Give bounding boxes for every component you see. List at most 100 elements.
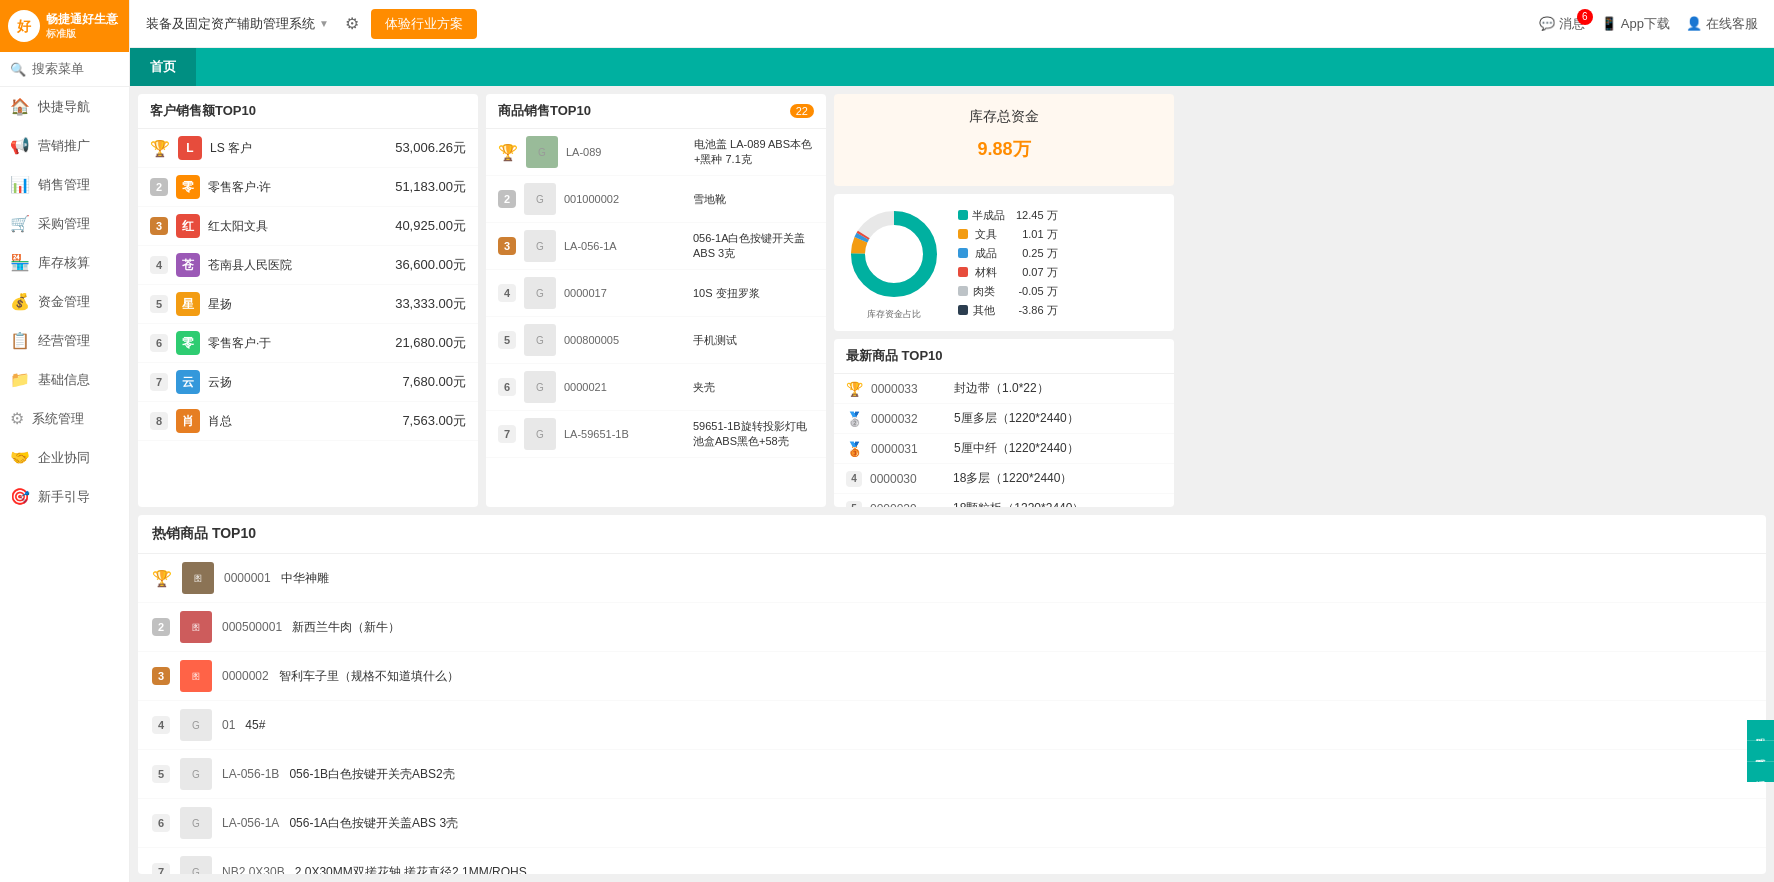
- list-item: 4 0000030 18多层（1220*2440）: [834, 464, 1174, 494]
- sidebar-item-kuaijiedaohang[interactable]: 🏠 快捷导航: [0, 87, 129, 126]
- sidebar-item-kucunhesuan[interactable]: 🏪 库存核算: [0, 243, 129, 282]
- sidebar-item-yingxiaotugua[interactable]: 📢 营销推广: [0, 126, 129, 165]
- rank-amount: 53,006.26元: [395, 139, 466, 157]
- system-icon: ⚙: [10, 409, 24, 428]
- rank-num: 4: [846, 471, 862, 487]
- rank-amount: 21,680.00元: [395, 334, 466, 352]
- sidebar-item-label: 资金管理: [38, 293, 90, 311]
- sidebar-item-zijinguanli[interactable]: 💰 资金管理: [0, 282, 129, 321]
- product-thumb: G: [180, 758, 212, 790]
- search-menu[interactable]: 🔍 搜索菜单: [0, 52, 129, 87]
- product-sales-title: 商品销售TOP10: [498, 102, 591, 120]
- service-label: 在线客服: [1706, 15, 1758, 33]
- list-item: 5 G LA-056-1B 056-1B白色按键开关壳ABS2壳: [138, 750, 1766, 799]
- customer-rank-header: 客户销售额TOP10: [138, 94, 478, 129]
- rank-amount: 36,600.00元: [395, 256, 466, 274]
- np-name: 封边带（1.0*22）: [954, 380, 1162, 397]
- online-service-action[interactable]: 👤 在线客服: [1686, 15, 1758, 33]
- sidebar-item-xinshouyindao[interactable]: 🎯 新手引导: [0, 477, 129, 516]
- legend-name: 材料: [975, 265, 1015, 280]
- table-row: 5 星 星扬 33,333.00元: [138, 285, 478, 324]
- table-row: 🏆 G LA-089 电池盖 LA-089 ABS本色+黑种 7.1克: [486, 129, 826, 176]
- sidebar-item-xitongguanli[interactable]: ⚙ 系统管理: [0, 399, 129, 438]
- sidebar-item-jichuxinxi[interactable]: 📁 基础信息: [0, 360, 129, 399]
- collab-icon: 🤝: [10, 448, 30, 467]
- sidebar-item-label: 采购管理: [38, 215, 90, 233]
- sidebar-item-label: 库存核算: [38, 254, 90, 272]
- rank-badge: L: [178, 136, 202, 160]
- search-label: 搜索菜单: [32, 60, 84, 78]
- legend-value: 12.45 万: [1016, 208, 1058, 223]
- finance-icon: 💰: [10, 292, 30, 311]
- table-row: 2 G 001000002 雪地靴: [486, 176, 826, 223]
- settings-icon[interactable]: ⚙: [345, 14, 359, 33]
- message-action[interactable]: 💬 消息 6: [1539, 15, 1585, 33]
- rank-num: 7: [498, 425, 516, 443]
- table-row: 2 零 零售客户·许 51,183.00元: [138, 168, 478, 207]
- product-sales-column: 商品销售TOP10 22 🏆 G LA-089 电池盖 LA-089 ABS本色…: [486, 94, 826, 507]
- trial-button[interactable]: 体验行业方案: [371, 9, 477, 39]
- product-name: 45#: [245, 718, 1752, 732]
- np-code: 0000030: [870, 472, 945, 486]
- list-item: 3 图 0000002 智利车子里（规格不知道填什么）: [138, 652, 1766, 701]
- table-row: 3 红 红太阳文具 40,925.00元: [138, 207, 478, 246]
- legend-name: 其他: [973, 303, 1013, 318]
- tab-home[interactable]: 首页: [130, 48, 196, 86]
- product-name: 手机测试: [693, 333, 814, 348]
- sidebar-item-label: 销售管理: [38, 176, 90, 194]
- rank-badge: 星: [176, 292, 200, 316]
- rank-badge: 红: [176, 214, 200, 238]
- product-name: 59651-1B旋转投影灯电池盒ABS黑色+58壳: [693, 419, 814, 449]
- np-code: 0000031: [871, 442, 946, 456]
- product-thumb: G: [526, 136, 558, 168]
- float-btn-community[interactable]: 服务社区: [1747, 741, 1774, 762]
- sidebar-item-qiyexietong[interactable]: 🤝 企业协同: [0, 438, 129, 477]
- product-thumb: 图: [182, 562, 214, 594]
- app-download-action[interactable]: 📱 App下载: [1601, 15, 1670, 33]
- product-thumb: G: [180, 807, 212, 839]
- sidebar-item-label: 新手引导: [38, 488, 90, 506]
- product-name: 智利车子里（规格不知道填什么）: [279, 668, 1752, 685]
- operation-icon: 📋: [10, 331, 30, 350]
- new-products-title: 最新商品 TOP10: [846, 347, 943, 365]
- rank-num: 5: [150, 295, 168, 313]
- list-item: 6 G LA-056-1A 056-1A白色按键开关盖ABS 3壳: [138, 799, 1766, 848]
- list-item: 5 0000029 18颗粒板（1220*2440）: [834, 494, 1174, 507]
- base-icon: 📁: [10, 370, 30, 389]
- product-code: 0000002: [222, 669, 269, 683]
- search-icon: 🔍: [10, 62, 26, 77]
- stock-card: 库存总资金 9.88万: [834, 94, 1174, 186]
- sidebar-item-caigouguanli[interactable]: 🛒 采购管理: [0, 204, 129, 243]
- legend-dot-roulei: [958, 286, 968, 296]
- sidebar-item-jingyingguanli[interactable]: 📋 经营管理: [0, 321, 129, 360]
- float-btn-service[interactable]: 客服热线: [1747, 720, 1774, 741]
- product-thumb: G: [524, 418, 556, 450]
- product-sales-badge: 22: [790, 104, 814, 118]
- phone-icon: 📱: [1601, 16, 1617, 31]
- rank-num: 4: [150, 256, 168, 274]
- product-code: LA-056-1B: [222, 767, 279, 781]
- product-code: 0000021: [564, 381, 685, 393]
- float-btn-live[interactable]: 直播: [1747, 762, 1774, 782]
- main-columns: 客户销售额TOP10 🏆 L LS 客户 53,006.26元 2 零: [130, 86, 1774, 515]
- table-row: 3 G LA-056-1A 056-1A白色按键开关盖ABS 3克: [486, 223, 826, 270]
- table-row: 7 云 云扬 7,680.00元: [138, 363, 478, 402]
- rank-num: 2: [150, 178, 168, 196]
- table-row: 8 肖 肖总 7,563.00元: [138, 402, 478, 441]
- sidebar-item-xiaoshouguanli[interactable]: 📊 销售管理: [0, 165, 129, 204]
- new-products-header: 最新商品 TOP10: [834, 339, 1174, 374]
- product-thumb: G: [180, 709, 212, 741]
- system-selector[interactable]: 装备及固定资产辅助管理系统 ▼: [146, 15, 329, 33]
- message-icon: 💬: [1539, 16, 1555, 31]
- medal-icon: 🥈: [846, 411, 863, 427]
- list-item: 🥈 0000032 5厘多层（1220*2440）: [834, 404, 1174, 434]
- logo-icon: 好: [8, 10, 40, 42]
- sidebar: 好 畅捷通好生意 标准版 🔍 搜索菜单 🏠 快捷导航 📢 营销推广 📊 销售管理…: [0, 0, 130, 882]
- product-sales-header: 商品销售TOP10 22: [486, 94, 826, 129]
- logo-title: 畅捷通好生意: [46, 12, 118, 28]
- system-name: 装备及固定资产辅助管理系统: [146, 15, 315, 33]
- product-thumb: G: [524, 277, 556, 309]
- product-name: 雪地靴: [693, 192, 814, 207]
- rank-num: 6: [152, 814, 170, 832]
- product-name: 10S 变扭罗浆: [693, 286, 814, 301]
